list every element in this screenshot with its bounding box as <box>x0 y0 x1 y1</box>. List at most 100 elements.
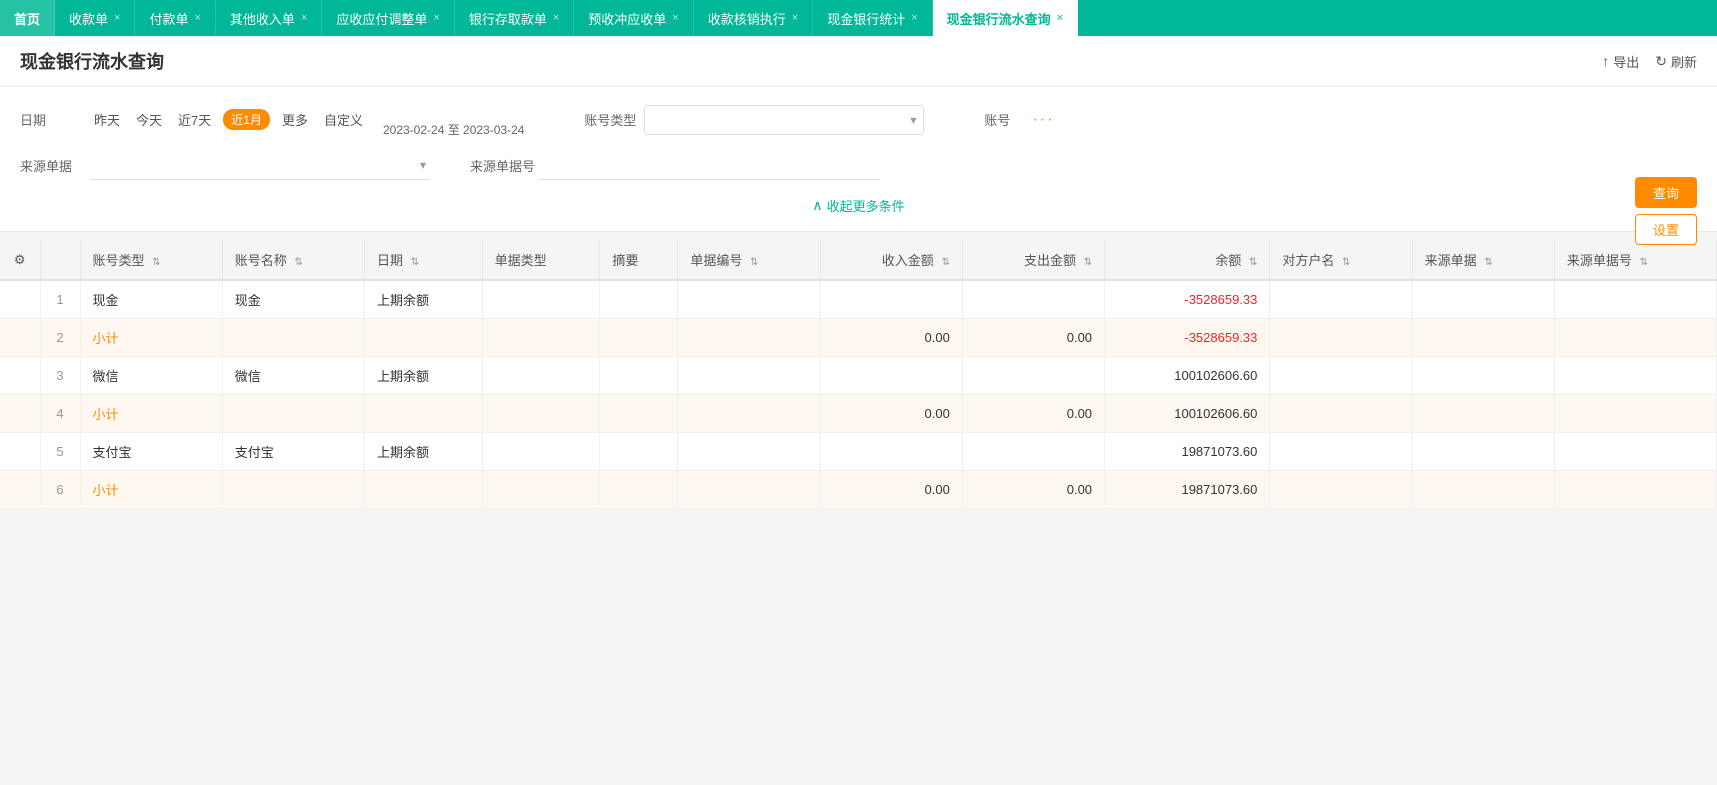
close-icon[interactable]: × <box>553 12 559 24</box>
balance-column-header[interactable]: 余额 ⇅ <box>1105 240 1270 280</box>
gear-icon: ⚙ <box>14 252 26 267</box>
close-icon[interactable]: × <box>672 12 678 24</box>
nav-ar-ap-adjust[interactable]: 应收应付调整单 × <box>322 0 454 36</box>
collapse-bar[interactable]: ∧ 收起更多条件 <box>20 192 1697 223</box>
nav-payment[interactable]: 付款单 × <box>135 0 215 36</box>
row-income: 0.00 <box>820 471 962 509</box>
row-doc-type <box>482 471 600 509</box>
row-source-doc <box>1412 357 1554 395</box>
row-income <box>820 433 962 471</box>
row-expense <box>962 357 1104 395</box>
export-icon: ↑ <box>1602 53 1609 69</box>
nav-cash-bank-stat[interactable]: 现金银行统计 × <box>813 0 932 36</box>
num-column-header <box>40 240 80 280</box>
nav-prepay-charge[interactable]: 预收冲应收单 × <box>574 0 693 36</box>
settings-button[interactable]: 设置 <box>1635 214 1697 245</box>
table-row: 2小计0.000.00-3528659.33 <box>0 319 1717 357</box>
date-today[interactable]: 今天 <box>132 108 166 131</box>
nav-other-income[interactable]: 其他收入单 × <box>216 0 322 36</box>
refresh-button[interactable]: ↻ 刷新 <box>1655 52 1697 71</box>
row-income: 0.00 <box>820 319 962 357</box>
date-1month[interactable]: 近1月 <box>223 109 270 130</box>
nav-cash-bank-flow[interactable]: 现金银行流水查询 × <box>933 0 1078 36</box>
row-number: 4 <box>40 395 80 433</box>
row-expense: 0.00 <box>962 319 1104 357</box>
query-button[interactable]: 查询 <box>1635 177 1697 208</box>
row-balance: -3528659.33 <box>1105 319 1270 357</box>
doc-number-column-header[interactable]: 单据编号 ⇅ <box>678 240 820 280</box>
close-icon[interactable]: × <box>1057 12 1063 24</box>
row-expense: 0.00 <box>962 471 1104 509</box>
row-expense <box>962 433 1104 471</box>
row-source-doc-num <box>1554 471 1716 509</box>
account-type-column-header[interactable]: 账号类型 ⇅ <box>80 240 222 280</box>
sort-icon: ⇅ <box>941 257 949 268</box>
counterpart-column-header[interactable]: 对方户名 ⇅ <box>1270 240 1412 280</box>
row-account-name <box>222 395 364 433</box>
row-number: 1 <box>40 280 80 319</box>
close-icon[interactable]: × <box>911 12 917 24</box>
row-summary <box>600 357 678 395</box>
row-summary <box>600 471 678 509</box>
doc-type-column-header[interactable]: 单据类型 <box>482 240 600 280</box>
row-account-name: 微信 <box>222 357 364 395</box>
action-buttons: 查询 设置 <box>1635 177 1697 245</box>
source-doc-column-header[interactable]: 来源单据 ⇅ <box>1412 240 1554 280</box>
nav-receipt-verify[interactable]: 收款核销执行 × <box>694 0 813 36</box>
account-name-column-header[interactable]: 账号名称 ⇅ <box>222 240 364 280</box>
source-doc-select[interactable] <box>90 150 430 180</box>
row-source-doc-num <box>1554 357 1716 395</box>
export-button[interactable]: ↑ 导出 <box>1602 52 1639 71</box>
row-source-doc <box>1412 319 1554 357</box>
row-doc-type <box>482 319 600 357</box>
close-icon[interactable]: × <box>433 12 439 24</box>
date-custom[interactable]: 自定义 <box>320 108 367 131</box>
table-row: 4小计0.000.00100102606.60 <box>0 395 1717 433</box>
date-7days[interactable]: 近7天 <box>174 108 215 131</box>
row-counterpart <box>1270 357 1412 395</box>
filter-page: 日期 昨天 今天 近7天 近1月 更多 自定义 2023-02-24 至 202… <box>0 87 1717 232</box>
nav-bank-deposit[interactable]: 银行存取款单 × <box>455 0 574 36</box>
row-balance: 100102606.60 <box>1105 357 1270 395</box>
row-account-type: 小计 <box>80 471 222 509</box>
row-account-type: 小计 <box>80 395 222 433</box>
source-doc-num-input[interactable] <box>540 150 880 180</box>
close-icon[interactable]: × <box>114 12 120 24</box>
nav-receipt[interactable]: 收款单 × <box>55 0 135 36</box>
account-type-select[interactable]: 现金 微信 支付宝 <box>644 105 924 135</box>
more-options-dots[interactable]: ··· <box>1032 111 1054 129</box>
date-options: 昨天 今天 近7天 近1月 更多 自定义 <box>90 108 367 131</box>
date-column-header[interactable]: 日期 ⇅ <box>364 240 482 280</box>
row-account-name <box>222 471 364 509</box>
date-more[interactable]: 更多 <box>278 108 312 131</box>
expense-column-header[interactable]: 支出金额 ⇅ <box>962 240 1104 280</box>
row-date <box>364 319 482 357</box>
source-doc-num-column-header[interactable]: 来源单据号 ⇅ <box>1554 240 1716 280</box>
filter-area: 日期 昨天 今天 近7天 近1月 更多 自定义 2023-02-24 至 202… <box>0 87 1717 232</box>
row-doc-number <box>678 319 820 357</box>
row-income: 0.00 <box>820 395 962 433</box>
page-header: 现金银行流水查询 ↑ 导出 ↻ 刷新 <box>0 36 1717 87</box>
table-container: ⚙ 账号类型 ⇅ 账号名称 ⇅ 日期 ⇅ 单据类型 <box>0 240 1717 509</box>
row-counterpart <box>1270 433 1412 471</box>
close-icon[interactable]: × <box>194 12 200 24</box>
row-doc-type <box>482 280 600 319</box>
date-yesterday[interactable]: 昨天 <box>90 108 124 131</box>
nav-home[interactable]: 首页 <box>0 0 55 36</box>
table-row: 6小计0.000.0019871073.60 <box>0 471 1717 509</box>
top-navigation: 首页 收款单 × 付款单 × 其他收入单 × 应收应付调整单 × 银行存取款单 … <box>0 0 1717 36</box>
close-icon[interactable]: × <box>792 12 798 24</box>
income-column-header[interactable]: 收入金额 ⇅ <box>820 240 962 280</box>
row-counterpart <box>1270 471 1412 509</box>
refresh-icon: ↻ <box>1655 53 1667 70</box>
row-account-name: 支付宝 <box>222 433 364 471</box>
row-income <box>820 280 962 319</box>
date-label: 日期 <box>20 110 90 129</box>
sort-icon: ⇅ <box>411 257 419 268</box>
row-account-name: 现金 <box>222 280 364 319</box>
row-doc-number <box>678 471 820 509</box>
close-icon[interactable]: × <box>301 12 307 24</box>
gear-column-header[interactable]: ⚙ <box>0 240 40 280</box>
summary-column-header[interactable]: 摘要 <box>600 240 678 280</box>
row-date: 上期余额 <box>364 433 482 471</box>
